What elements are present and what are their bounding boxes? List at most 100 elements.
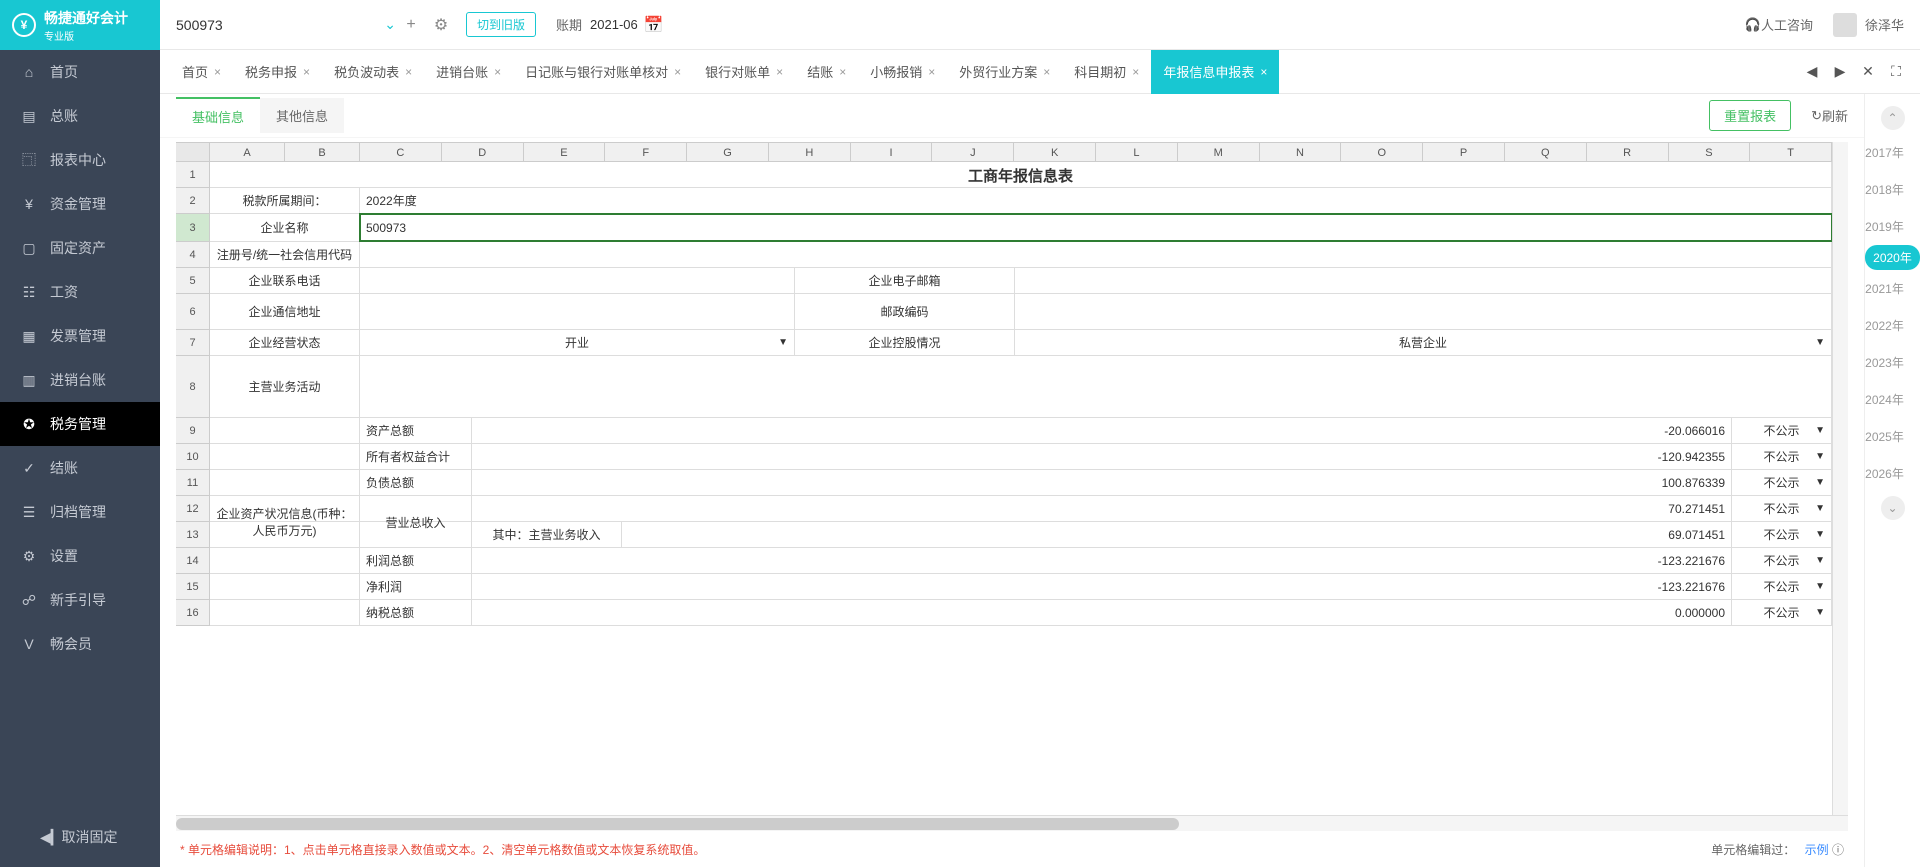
tab-close-all[interactable]: ✕ [1854, 63, 1882, 80]
col-header-O[interactable]: O [1341, 143, 1423, 162]
company-name-cell[interactable]: 500973 [360, 214, 1832, 241]
holding-select[interactable]: 私营企业▼ [1015, 330, 1832, 355]
tab-scroll-right[interactable]: ▶ [1826, 63, 1854, 80]
year-2020年[interactable]: 2020年 [1865, 245, 1920, 270]
close-icon[interactable]: × [1260, 65, 1267, 79]
status-select[interactable]: 开业▼ [360, 330, 795, 355]
close-icon[interactable]: × [405, 65, 412, 79]
year-2025年[interactable]: 2025年 [1865, 418, 1920, 455]
old-version-button[interactable]: 切到旧版 [466, 12, 536, 37]
row-header-16[interactable]: 16 [176, 600, 210, 626]
subtab-basic[interactable]: 基础信息 [176, 97, 260, 134]
phone-cell[interactable] [360, 268, 795, 293]
tab-0[interactable]: 首页× [170, 50, 233, 94]
nav-item-2[interactable]: ⿹报表中心 [0, 138, 160, 182]
nav-item-5[interactable]: ☷工资 [0, 270, 160, 314]
nav-item-12[interactable]: ☍新手引导 [0, 578, 160, 622]
close-icon[interactable]: × [494, 65, 501, 79]
nav-item-13[interactable]: V畅会员 [0, 622, 160, 666]
col-header-L[interactable]: L [1096, 143, 1178, 162]
col-header-N[interactable]: N [1260, 143, 1342, 162]
support-link[interactable]: 🎧 人工咨询 [1745, 15, 1813, 34]
value-cell-16[interactable]: 0.000000 [472, 600, 1732, 625]
tab-3[interactable]: 进销台账× [424, 50, 513, 94]
row-header-1[interactable]: 1 [176, 162, 210, 188]
year-2023年[interactable]: 2023年 [1865, 344, 1920, 381]
row-header-10[interactable]: 10 [176, 444, 210, 470]
col-header-T[interactable]: T [1750, 143, 1832, 162]
tab-6[interactable]: 结账× [795, 50, 858, 94]
year-up[interactable]: ⌃ [1881, 106, 1905, 130]
tab-7[interactable]: 小畅报销× [858, 50, 947, 94]
col-header-H[interactable]: H [769, 143, 851, 162]
nav-item-6[interactable]: ▦发票管理 [0, 314, 160, 358]
refresh-button[interactable]: ↻ 刷新 [1811, 106, 1848, 125]
value-cell-10[interactable]: -120.942355 [472, 444, 1732, 469]
col-header-A[interactable]: A [210, 143, 285, 162]
row-header-6[interactable]: 6 [176, 294, 210, 330]
tab-1[interactable]: 税务申报× [233, 50, 322, 94]
close-icon[interactable]: × [1132, 65, 1139, 79]
publish-select-16[interactable]: 不公示▼ [1732, 600, 1832, 625]
value-cell-14[interactable]: -123.221676 [472, 548, 1732, 573]
reset-report-button[interactable]: 重置报表 [1709, 100, 1791, 131]
nav-item-11[interactable]: ⚙设置 [0, 534, 160, 578]
publish-select-14[interactable]: 不公示▼ [1732, 548, 1832, 573]
value-cell-9[interactable]: -20.066016 [472, 418, 1732, 443]
year-2021年[interactable]: 2021年 [1865, 270, 1920, 307]
close-icon[interactable]: × [674, 65, 681, 79]
year-2017年[interactable]: 2017年 [1865, 134, 1920, 171]
close-icon[interactable]: × [303, 65, 310, 79]
year-2022年[interactable]: 2022年 [1865, 307, 1920, 344]
horizontal-scrollbar[interactable] [176, 815, 1848, 831]
period-value-cell[interactable]: 2022年度 [360, 188, 1832, 213]
nav-item-10[interactable]: ☰归档管理 [0, 490, 160, 534]
col-header-E[interactable]: E [524, 143, 606, 162]
tab-9[interactable]: 科目期初× [1062, 50, 1151, 94]
gear-icon[interactable]: ⚙ [426, 15, 456, 35]
nav-item-8[interactable]: ✪税务管理 [0, 402, 160, 446]
example-link[interactable]: 示例 [1805, 843, 1829, 857]
col-header-R[interactable]: R [1587, 143, 1669, 162]
nav-item-9[interactable]: ✓结账 [0, 446, 160, 490]
nav-item-4[interactable]: ▢固定资产 [0, 226, 160, 270]
subtab-other[interactable]: 其他信息 [260, 98, 344, 133]
col-header-Q[interactable]: Q [1505, 143, 1587, 162]
year-2018年[interactable]: 2018年 [1865, 171, 1920, 208]
col-header-F[interactable]: F [605, 143, 687, 162]
address-cell[interactable] [360, 294, 795, 329]
col-header-J[interactable]: J [932, 143, 1014, 162]
row-header-2[interactable]: 2 [176, 188, 210, 214]
col-header-B[interactable]: B [285, 143, 360, 162]
close-icon[interactable]: × [776, 65, 783, 79]
period-value[interactable]: 2021-06 [590, 17, 638, 32]
user-menu[interactable]: 徐泽华 [1833, 13, 1904, 37]
email-cell[interactable] [1015, 268, 1832, 293]
tab-2[interactable]: 税负波动表× [322, 50, 424, 94]
col-header-I[interactable]: I [851, 143, 933, 162]
main-business-cell[interactable] [360, 356, 1832, 417]
year-2019年[interactable]: 2019年 [1865, 208, 1920, 245]
row-header-4[interactable]: 4 [176, 242, 210, 268]
row-header-12[interactable]: 12 [176, 496, 210, 522]
info-icon[interactable]: ⓘ [1832, 843, 1844, 857]
col-header-C[interactable]: C [360, 143, 442, 162]
value-cell-15[interactable]: -123.221676 [472, 574, 1732, 599]
row-header-9[interactable]: 9 [176, 418, 210, 444]
publish-select-10[interactable]: 不公示▼ [1732, 444, 1832, 469]
row-header-13[interactable]: 13 [176, 522, 210, 548]
fullscreen-icon[interactable]: ⛶ [1882, 63, 1910, 80]
publish-select-13[interactable]: 不公示▼ [1732, 522, 1832, 547]
close-icon[interactable]: × [839, 65, 846, 79]
row-header-3[interactable]: 3 [176, 214, 210, 242]
close-icon[interactable]: × [1043, 65, 1050, 79]
scrollbar-thumb[interactable] [176, 818, 1179, 830]
row-header-14[interactable]: 14 [176, 548, 210, 574]
postcode-cell[interactable] [1015, 294, 1832, 329]
add-icon[interactable]: + [396, 16, 426, 34]
publish-select-15[interactable]: 不公示▼ [1732, 574, 1832, 599]
value-cell-11[interactable]: 100.876339 [472, 470, 1732, 495]
nav-item-1[interactable]: ▤总账 [0, 94, 160, 138]
year-2024年[interactable]: 2024年 [1865, 381, 1920, 418]
value-cell-12[interactable]: 70.271451 [472, 496, 1732, 521]
